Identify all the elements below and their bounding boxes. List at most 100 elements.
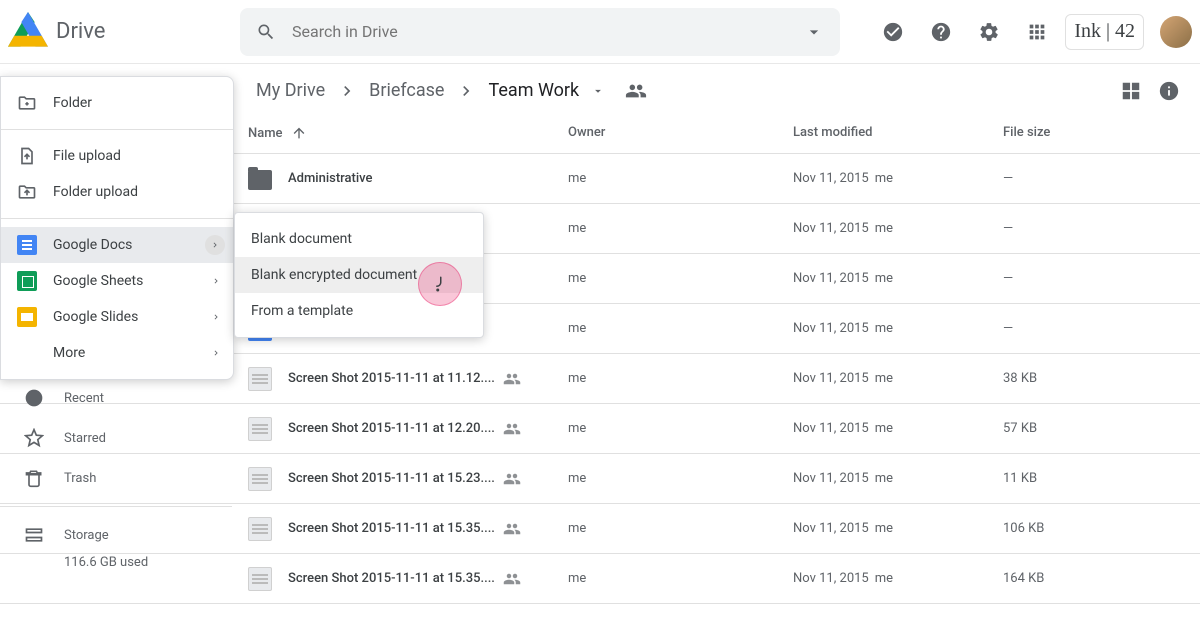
submenu-arrow-icon: [211, 348, 221, 358]
sidebar-label: Recent: [64, 391, 104, 406]
dropdown-icon[interactable]: [591, 84, 605, 98]
file-modified: Nov 11, 2015me: [793, 321, 1003, 336]
search-bar[interactable]: [240, 8, 840, 56]
file-owner: me: [568, 171, 793, 186]
menu-google-docs[interactable]: Google Docs: [1, 227, 233, 263]
file-owner: me: [568, 271, 793, 286]
search-input[interactable]: [292, 22, 804, 41]
account-label[interactable]: Ink | 42: [1065, 14, 1144, 50]
trash-icon: [24, 468, 44, 488]
separator: [1, 218, 233, 219]
logo-area: Drive: [8, 12, 240, 52]
file-owner: me: [568, 221, 793, 236]
shared-icon: [503, 570, 521, 588]
col-modified[interactable]: Last modified: [793, 125, 1003, 141]
file-modified: Nov 11, 2015me: [793, 421, 1003, 436]
sidebar-starred[interactable]: Starred: [0, 418, 232, 458]
menu-label: More: [53, 345, 85, 361]
sidebar-recent[interactable]: Recent: [0, 378, 232, 418]
file-name: Screen Shot 2015-11-11 at 15.35....: [288, 520, 568, 538]
file-modified: Nov 11, 2015me: [793, 521, 1003, 536]
col-name-label: Name: [248, 126, 283, 141]
grid-view-icon[interactable]: [1120, 80, 1142, 102]
menu-label: Google Docs: [53, 237, 132, 253]
folder-icon: [248, 170, 272, 190]
sidebar-storage[interactable]: Storage: [0, 515, 232, 555]
search-icon: [256, 22, 276, 42]
menu-label: Folder upload: [53, 184, 138, 200]
cursor-highlight: [418, 262, 462, 306]
file-upload-icon: [17, 146, 37, 166]
col-owner[interactable]: Owner: [568, 125, 793, 141]
breadcrumb: My Drive Briefcase Team Work: [248, 76, 647, 105]
submenu-arrow-icon: [211, 312, 221, 322]
drive-logo-icon[interactable]: [8, 12, 48, 52]
header: Drive Ink | 42: [0, 0, 1200, 64]
file-size: —: [1003, 171, 1200, 186]
avatar[interactable]: [1160, 16, 1192, 48]
star-icon: [24, 428, 44, 448]
breadcrumb-item-current[interactable]: Team Work: [480, 76, 587, 105]
file-name: Screen Shot 2015-11-11 at 11.12....: [288, 370, 568, 388]
sidebar-label: Storage: [64, 528, 109, 543]
file-name: Screen Shot 2015-11-11 at 12.20....: [288, 420, 568, 438]
new-folder-icon: [17, 93, 37, 113]
file-modified: Nov 11, 2015me: [793, 171, 1003, 186]
file-name: Administrative: [288, 171, 568, 186]
view-controls: [1120, 80, 1200, 102]
image-thumb-icon: [248, 467, 272, 491]
offline-ready-icon[interactable]: [873, 12, 913, 52]
col-name[interactable]: Name: [248, 125, 568, 141]
help-icon[interactable]: [921, 12, 961, 52]
sharing-icon[interactable]: [625, 80, 647, 102]
menu-more[interactable]: More: [1, 335, 233, 371]
search-options-icon[interactable]: [804, 22, 824, 42]
folder-upload-icon: [17, 182, 37, 202]
file-size: —: [1003, 321, 1200, 336]
menu-file-upload[interactable]: File upload: [1, 138, 233, 174]
file-name: Screen Shot 2015-11-11 at 15.23....: [288, 470, 568, 488]
file-owner: me: [568, 371, 793, 386]
sidebar-trash[interactable]: Trash: [0, 458, 232, 498]
file-size: —: [1003, 271, 1200, 286]
storage-icon: [24, 525, 44, 545]
new-menu: Folder File upload Folder upload Google …: [0, 76, 234, 380]
shared-icon: [503, 470, 521, 488]
file-owner: me: [568, 521, 793, 536]
info-icon[interactable]: [1158, 80, 1180, 102]
menu-google-sheets[interactable]: Google Sheets: [1, 263, 233, 299]
file-owner: me: [568, 421, 793, 436]
file-modified: Nov 11, 2015me: [793, 571, 1003, 586]
chevron-right-icon: [337, 81, 357, 101]
menu-label: Google Slides: [53, 309, 138, 325]
file-owner: me: [568, 321, 793, 336]
shared-icon: [503, 420, 521, 438]
brand-label: Drive: [56, 19, 105, 44]
file-modified: Nov 11, 2015me: [793, 221, 1003, 236]
file-modified: Nov 11, 2015me: [793, 471, 1003, 486]
separator: [0, 506, 232, 507]
menu-label: Google Sheets: [53, 273, 143, 289]
file-owner: me: [568, 571, 793, 586]
file-owner: me: [568, 471, 793, 486]
settings-icon[interactable]: [969, 12, 1009, 52]
menu-label: Folder: [53, 95, 92, 111]
header-icons: Ink | 42: [873, 12, 1192, 52]
apps-icon[interactable]: [1017, 12, 1057, 52]
file-size: 106 KB: [1003, 521, 1200, 536]
menu-folder-upload[interactable]: Folder upload: [1, 174, 233, 210]
image-thumb-icon: [248, 417, 272, 441]
sidebar-label: Trash: [64, 471, 96, 486]
menu-google-slides[interactable]: Google Slides: [1, 299, 233, 335]
menu-new-folder[interactable]: Folder: [1, 85, 233, 121]
col-size[interactable]: File size: [1003, 125, 1200, 141]
sidebar-label: Starred: [64, 431, 106, 446]
sheets-icon: [17, 271, 37, 291]
breadcrumb-item[interactable]: My Drive: [248, 76, 333, 105]
file-size: 57 KB: [1003, 421, 1200, 436]
shared-icon: [503, 520, 521, 538]
submenu-blank-document[interactable]: Blank document: [235, 221, 483, 257]
file-modified: Nov 11, 2015me: [793, 271, 1003, 286]
separator: [1, 129, 233, 130]
breadcrumb-item[interactable]: Briefcase: [361, 76, 452, 105]
